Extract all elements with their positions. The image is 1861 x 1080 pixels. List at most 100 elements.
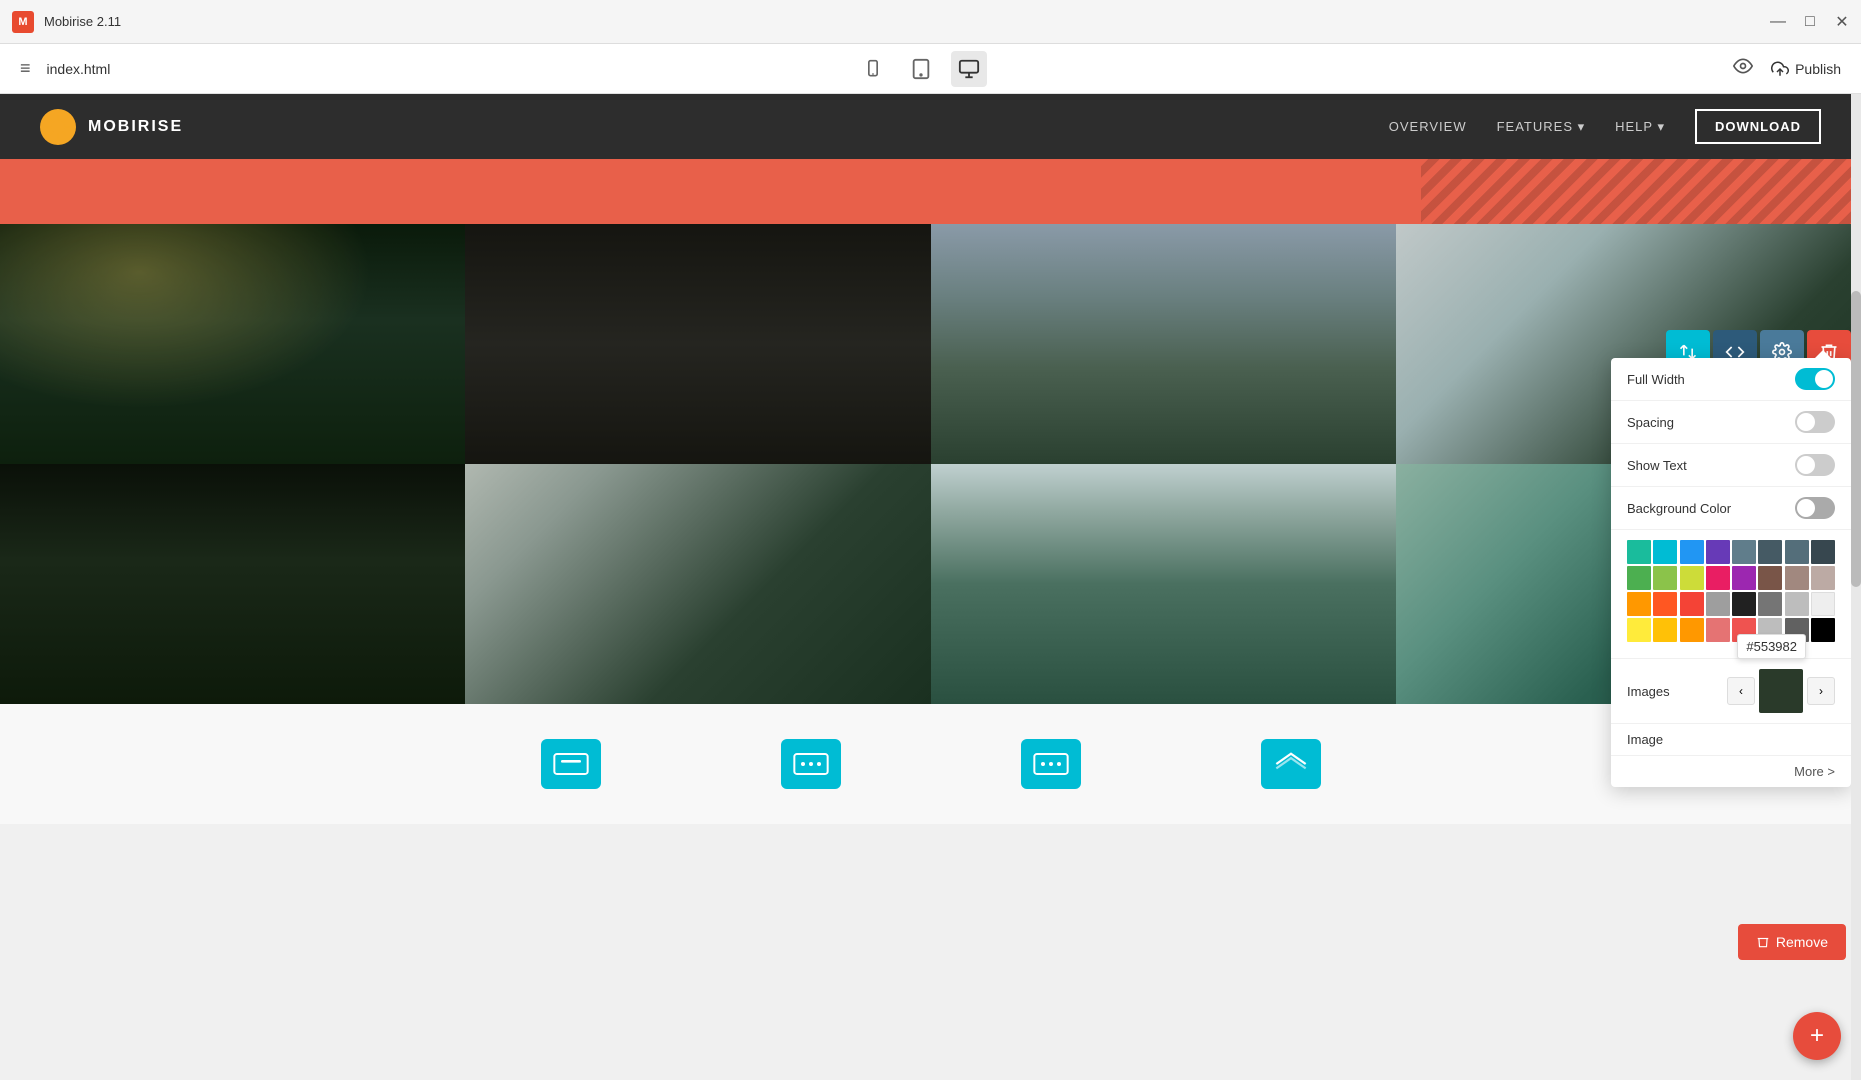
add-fab-button[interactable]: + — [1793, 1012, 1841, 1060]
bg-color-label: Background Color — [1627, 501, 1731, 516]
hamburger-icon[interactable]: ≡ — [20, 58, 31, 79]
color-palette-section — [1611, 530, 1851, 659]
teal-icon-3 — [1021, 739, 1081, 789]
images-prev-button[interactable]: ‹ — [1727, 677, 1755, 705]
color-swatch[interactable] — [1680, 592, 1704, 616]
nav-features[interactable]: FEATURES ▾ — [1497, 119, 1586, 135]
window-controls: — □ ✕ — [1771, 15, 1849, 29]
full-width-row: Full Width — [1611, 358, 1851, 401]
publish-label: Publish — [1795, 61, 1841, 77]
color-swatch[interactable] — [1811, 592, 1835, 616]
bottom-section — [0, 704, 1861, 824]
color-swatch[interactable] — [1627, 566, 1651, 590]
gallery-grid — [0, 224, 1861, 704]
color-swatch[interactable] — [1653, 566, 1677, 590]
color-swatch[interactable] — [1758, 540, 1782, 564]
mobile-view-button[interactable] — [855, 51, 891, 87]
scrollbar-thumb[interactable] — [1851, 291, 1861, 587]
color-swatch[interactable] — [1758, 592, 1782, 616]
spacing-toggle[interactable] — [1795, 411, 1835, 433]
color-swatch[interactable] — [1706, 540, 1730, 564]
toolbar: ≡ index.html Publish — [0, 44, 1861, 94]
gallery-cell-2 — [465, 224, 930, 464]
icon-item-3 — [1021, 739, 1081, 789]
remove-button[interactable]: Remove — [1738, 924, 1846, 960]
color-swatch[interactable] — [1732, 566, 1756, 590]
gallery-cell-5 — [0, 464, 465, 704]
images-controls: ‹ › — [1727, 669, 1835, 713]
gallery-cell-1 — [0, 224, 465, 464]
show-text-toggle[interactable] — [1795, 454, 1835, 476]
color-swatch[interactable] — [1680, 618, 1704, 642]
image-thumbnail-1[interactable] — [1759, 669, 1803, 713]
color-swatch[interactable] — [1811, 540, 1835, 564]
color-swatch[interactable] — [1627, 540, 1651, 564]
nav-overview[interactable]: OVERVIEW — [1389, 119, 1467, 134]
color-swatch[interactable] — [1732, 592, 1756, 616]
bg-color-toggle[interactable] — [1795, 497, 1835, 519]
color-swatch[interactable] — [1785, 592, 1809, 616]
color-hex-tooltip: #553982 — [1737, 634, 1806, 659]
close-button[interactable]: ✕ — [1835, 15, 1849, 29]
color-swatch[interactable] — [1785, 540, 1809, 564]
color-palette — [1627, 540, 1835, 642]
show-text-row: Show Text — [1611, 444, 1851, 487]
device-switcher — [855, 51, 987, 87]
nav-help[interactable]: HELP ▾ — [1615, 119, 1665, 135]
color-swatch[interactable] — [1785, 566, 1809, 590]
app-title: Mobirise 2.11 — [44, 14, 121, 29]
teal-icon-4 — [1261, 739, 1321, 789]
images-section: Images ‹ › — [1611, 659, 1851, 724]
site-navbar: MOBIRISE OVERVIEW FEATURES ▾ HELP ▾ DOWN… — [0, 94, 1861, 159]
site-logo: MOBIRISE — [40, 109, 183, 145]
sun-icon — [45, 114, 71, 140]
color-swatch[interactable] — [1653, 592, 1677, 616]
titlebar-left: M Mobirise 2.11 — [12, 11, 121, 33]
site-nav-links: OVERVIEW FEATURES ▾ HELP ▾ DOWNLOAD — [1389, 109, 1821, 144]
toolbar-left: ≡ index.html — [20, 58, 110, 79]
gallery-cell-7 — [931, 464, 1396, 704]
minimize-button[interactable]: — — [1771, 15, 1785, 29]
preview-button[interactable] — [1731, 56, 1755, 82]
desktop-view-button[interactable] — [951, 51, 987, 87]
site-logo-text: MOBIRISE — [88, 118, 183, 136]
titlebar: M Mobirise 2.11 — □ ✕ — [0, 0, 1861, 44]
color-swatch[interactable] — [1706, 592, 1730, 616]
color-swatch[interactable] — [1627, 618, 1651, 642]
color-swatch[interactable] — [1758, 566, 1782, 590]
color-swatch[interactable] — [1627, 592, 1651, 616]
orange-banner — [0, 159, 1861, 224]
fab-icon: + — [1810, 1022, 1824, 1050]
image-label-row: Image — [1611, 724, 1851, 756]
images-label: Images — [1627, 684, 1670, 699]
color-swatch[interactable] — [1680, 566, 1704, 590]
color-swatch[interactable] — [1811, 618, 1835, 642]
color-swatch[interactable] — [1653, 540, 1677, 564]
toolbar-right: Publish — [1731, 56, 1841, 82]
color-swatch[interactable] — [1706, 566, 1730, 590]
images-next-button[interactable]: › — [1807, 677, 1835, 705]
teal-icon-1 — [541, 739, 601, 789]
scrollbar-track[interactable] — [1851, 94, 1861, 1080]
color-swatch[interactable] — [1680, 540, 1704, 564]
color-hex-value: #553982 — [1746, 639, 1797, 654]
publish-button[interactable]: Publish — [1771, 60, 1841, 78]
color-swatch[interactable] — [1811, 566, 1835, 590]
maximize-button[interactable]: □ — [1803, 15, 1817, 29]
remove-label: Remove — [1776, 934, 1828, 950]
website-content: MOBIRISE OVERVIEW FEATURES ▾ HELP ▾ DOWN… — [0, 94, 1861, 1080]
image-label: Image — [1627, 732, 1663, 747]
more-link[interactable]: More > — [1611, 756, 1851, 787]
teal-icon-2 — [781, 739, 841, 789]
bg-color-row: Background Color — [1611, 487, 1851, 530]
tablet-view-button[interactable] — [903, 51, 939, 87]
file-name: index.html — [47, 61, 111, 77]
settings-arrow — [1815, 350, 1831, 358]
download-button[interactable]: DOWNLOAD — [1695, 109, 1821, 144]
color-swatch[interactable] — [1732, 540, 1756, 564]
color-swatch[interactable] — [1706, 618, 1730, 642]
color-swatch[interactable] — [1653, 618, 1677, 642]
striped-section — [1421, 159, 1861, 224]
full-width-toggle[interactable] — [1795, 368, 1835, 390]
spacing-label: Spacing — [1627, 415, 1674, 430]
